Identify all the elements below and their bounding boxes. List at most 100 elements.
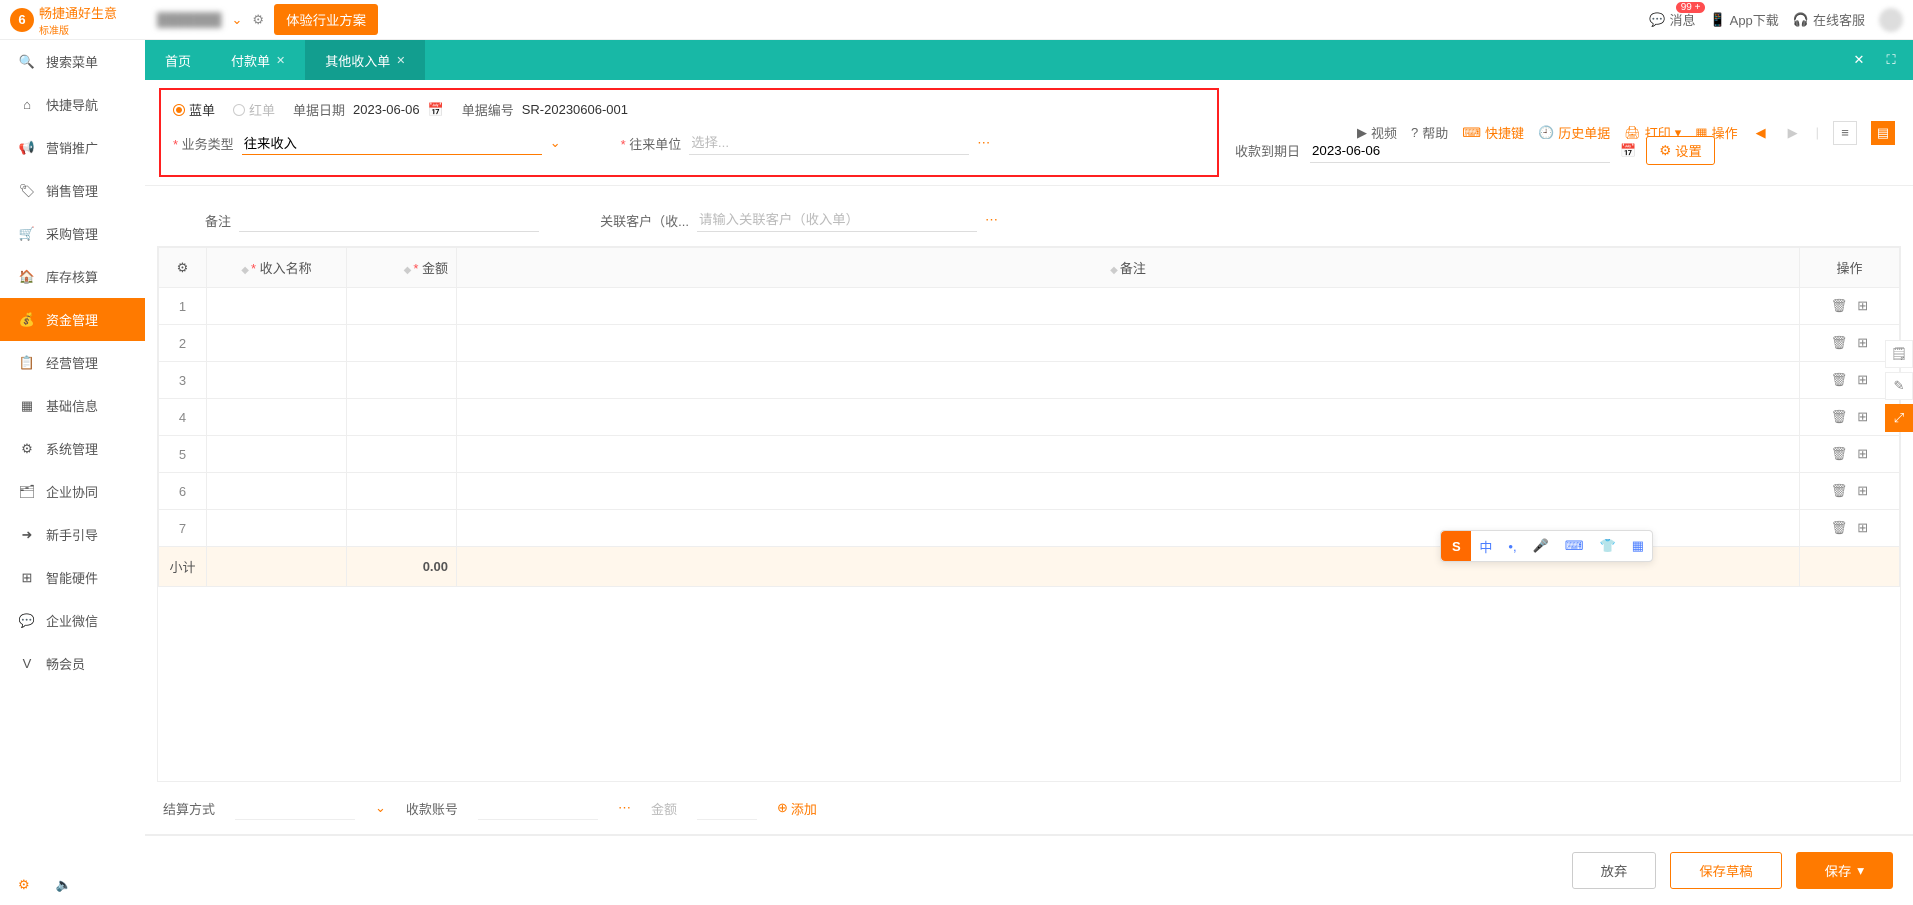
unit-input[interactable] [689, 131, 969, 155]
amount-cell[interactable] [347, 436, 457, 473]
card-view-button[interactable]: ▤ [1871, 121, 1895, 145]
settings-button[interactable]: ⚙设置 [1646, 136, 1715, 165]
tab-close-button[interactable]: ✕ [1847, 48, 1871, 72]
save-draft-button[interactable]: 保存草稿 [1670, 852, 1781, 889]
delete-icon[interactable]: 🗑 [1831, 335, 1848, 351]
chevron-down-icon[interactable]: ⌄ [550, 135, 561, 151]
date-value[interactable]: 2023-06-06 [353, 102, 420, 117]
remark-cell[interactable] [457, 362, 1800, 399]
company-selector[interactable]: ███████ ⌄ ⚙ [157, 12, 264, 28]
collapse-icon[interactable]: 🔈 [56, 877, 72, 893]
amount-cell[interactable] [347, 510, 457, 547]
table-row[interactable]: 1🗑⊞ [159, 288, 1900, 325]
discard-button[interactable]: 放弃 [1572, 852, 1657, 889]
sidebar-item-0[interactable]: 🔍搜索菜单 [0, 40, 145, 83]
close-icon[interactable]: ✕ [276, 54, 285, 67]
app-download-link[interactable]: 📱 App下载 [1709, 10, 1778, 29]
close-icon[interactable]: ✕ [396, 54, 405, 67]
settle-amount-input[interactable] [697, 796, 757, 820]
tab-1[interactable]: 付款单✕ [211, 40, 305, 80]
chevron-down-icon[interactable]: ⌄ [375, 800, 386, 816]
remark-input[interactable] [239, 208, 539, 232]
delete-icon[interactable]: 🗑 [1831, 409, 1848, 425]
save-button[interactable]: 保存▾ [1796, 852, 1893, 889]
add-row-icon[interactable]: ⊞ [1857, 446, 1868, 462]
blue-radio[interactable]: 蓝单 [173, 100, 215, 119]
sidebar-item-7[interactable]: 📋经营管理 [0, 341, 145, 384]
calendar-icon[interactable]: 📅 [428, 102, 444, 118]
list-view-button[interactable]: ≡ [1833, 121, 1857, 145]
add-row-icon[interactable]: ⊞ [1857, 372, 1868, 388]
ime-toolbar[interactable]: S 中 •, 🎤 ⌨ 👕 ▦ [1440, 530, 1653, 562]
sidebar-item-3[interactable]: 🏷销售管理 [0, 169, 145, 212]
name-column[interactable]: ◆收入名称 [207, 248, 347, 288]
account-input[interactable] [478, 796, 598, 820]
delete-icon[interactable]: 🗑 [1831, 372, 1848, 388]
edit-icon[interactable]: ✎ [1885, 372, 1913, 400]
name-cell[interactable] [207, 510, 347, 547]
sidebar-item-12[interactable]: ⊞智能硬件 [0, 556, 145, 599]
more-icon[interactable]: ⋯ [618, 800, 631, 816]
gear-column[interactable]: ⚙ [159, 248, 207, 288]
delete-icon[interactable]: 🗑 [1831, 483, 1848, 499]
table-row[interactable]: 3🗑⊞ [159, 362, 1900, 399]
ime-punct-icon[interactable]: •, [1500, 539, 1524, 554]
sidebar-item-11[interactable]: ➜新手引导 [0, 513, 145, 556]
ime-skin-icon[interactable]: 👕 [1592, 538, 1624, 554]
table-row[interactable]: 4🗑⊞ [159, 399, 1900, 436]
name-cell[interactable] [207, 288, 347, 325]
calendar-icon[interactable]: 📅 [1620, 143, 1636, 159]
delete-icon[interactable]: 🗑 [1831, 298, 1848, 314]
more-icon[interactable]: ⋯ [985, 212, 998, 228]
sidebar-item-10[interactable]: 🗂企业协同 [0, 470, 145, 513]
amount-column[interactable]: ◆金额 [347, 248, 457, 288]
remark-cell[interactable] [457, 473, 1800, 510]
messages-link[interactable]: 💬 消息 99 + [1649, 10, 1695, 29]
table-row[interactable]: 2🗑⊞ [159, 325, 1900, 362]
ime-grid-icon[interactable]: ▦ [1624, 538, 1652, 554]
tab-0[interactable]: 首页 [145, 40, 211, 80]
ime-lang[interactable]: 中 [1471, 537, 1500, 556]
name-cell[interactable] [207, 362, 347, 399]
settings-icon[interactable]: ⚙ [18, 877, 30, 893]
add-row-icon[interactable]: ⊞ [1857, 409, 1868, 425]
remark-cell[interactable] [457, 436, 1800, 473]
avatar[interactable] [1879, 8, 1903, 32]
sidebar-item-8[interactable]: ▦基础信息 [0, 384, 145, 427]
sidebar-item-4[interactable]: 🛒采购管理 [0, 212, 145, 255]
next-button[interactable]: ▶ [1784, 125, 1802, 141]
delete-icon[interactable]: 🗑 [1831, 520, 1848, 536]
remark-column[interactable]: ◆备注 [457, 248, 1800, 288]
remark-cell[interactable] [457, 288, 1800, 325]
name-cell[interactable] [207, 399, 347, 436]
online-service-link[interactable]: 🎧 在线客服 [1793, 10, 1865, 29]
expand-icon[interactable]: ⤢ [1885, 404, 1913, 432]
relation-input[interactable] [697, 208, 977, 232]
settle-method-input[interactable] [235, 796, 355, 820]
gear-icon[interactable]: ⚙ [252, 12, 264, 28]
more-icon[interactable]: ⋯ [977, 135, 990, 151]
name-cell[interactable] [207, 325, 347, 362]
amount-cell[interactable] [347, 399, 457, 436]
prev-button[interactable]: ◀ [1752, 125, 1770, 141]
delete-icon[interactable]: 🗑 [1831, 446, 1848, 462]
add-button[interactable]: ⊕添加 [777, 799, 817, 818]
sidebar-item-5[interactable]: 🏠库存核算 [0, 255, 145, 298]
sidebar-item-14[interactable]: V畅会员 [0, 642, 145, 685]
add-row-icon[interactable]: ⊞ [1857, 483, 1868, 499]
tab-2[interactable]: 其他收入单✕ [305, 40, 425, 80]
sidebar-item-13[interactable]: 💬企业微信 [0, 599, 145, 642]
sidebar-item-9[interactable]: ⚙系统管理 [0, 427, 145, 470]
amount-cell[interactable] [347, 473, 457, 510]
amount-cell[interactable] [347, 362, 457, 399]
ime-mic-icon[interactable]: 🎤 [1525, 538, 1557, 554]
remark-cell[interactable] [457, 325, 1800, 362]
biz-type-select[interactable] [242, 131, 542, 155]
amount-cell[interactable] [347, 288, 457, 325]
table-row[interactable]: 5🗑⊞ [159, 436, 1900, 473]
name-cell[interactable] [207, 473, 347, 510]
table-row[interactable]: 6🗑⊞ [159, 473, 1900, 510]
add-row-icon[interactable]: ⊞ [1857, 335, 1868, 351]
experience-button[interactable]: 体验行业方案 [274, 4, 378, 35]
due-input[interactable] [1310, 139, 1610, 163]
